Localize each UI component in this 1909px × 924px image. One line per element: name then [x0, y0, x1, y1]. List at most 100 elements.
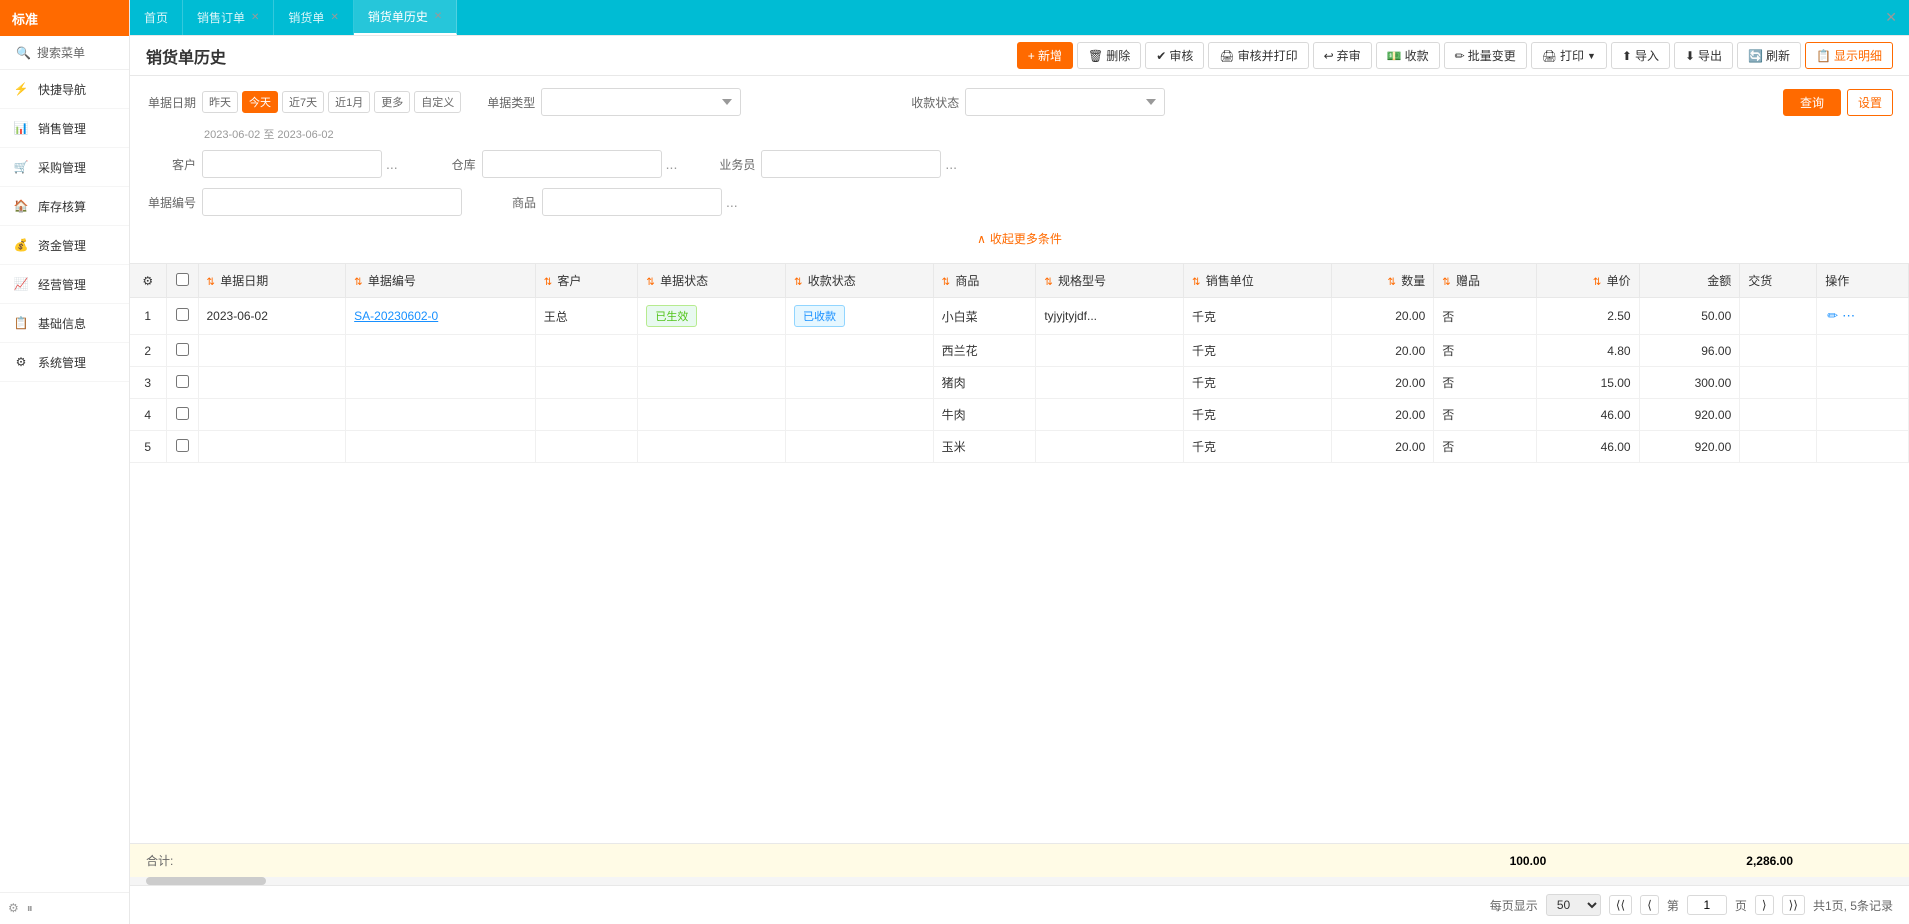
new-button[interactable]: + 新增 [1017, 42, 1073, 69]
col-doc-no-header[interactable]: ⇅ 单据编号 [346, 264, 536, 298]
tab-sales-order[interactable]: 销售订单 ✕ [183, 0, 274, 35]
cell-doc-no[interactable]: SA-20230602-0 [346, 298, 536, 335]
cell-doc-no[interactable] [346, 335, 536, 367]
first-page-btn[interactable]: ⟨⟨ [1609, 895, 1632, 915]
tab-sales-goods-close[interactable]: ✕ [330, 13, 338, 23]
date-label: 单据日期 [146, 94, 196, 111]
cell-doc-no[interactable] [346, 431, 536, 463]
select-all-checkbox[interactable] [176, 273, 189, 286]
row-checkbox[interactable] [176, 439, 189, 452]
edit-action[interactable]: ✏ [1827, 308, 1838, 323]
audit-button[interactable]: ✔ 审核 [1145, 42, 1204, 69]
tab-sales-history[interactable]: 销货单历史 ✕ [354, 0, 457, 35]
doc-no-input[interactable] [202, 188, 462, 216]
per-page-select[interactable]: 50 100 [1546, 894, 1601, 916]
row-checkbox[interactable] [176, 375, 189, 388]
warehouse-input[interactable] [482, 150, 662, 178]
sidebar-item-quick-nav[interactable]: ⚡ 快捷导航 [0, 70, 129, 109]
export-button[interactable]: ⬇ 导出 [1674, 42, 1733, 69]
close-all-tabs[interactable]: ✕ [1873, 9, 1909, 26]
sidebar-item-purchase-mgmt[interactable]: 🛒 采购管理 [0, 148, 129, 187]
delete-button[interactable]: 🗑 删除 [1077, 42, 1141, 69]
tab-sales-goods[interactable]: 销货单 ✕ [274, 0, 353, 35]
tab-home[interactable]: 首页 [130, 0, 183, 35]
scrollbar-area[interactable] [130, 877, 1909, 885]
import-button[interactable]: ⬆ 导入 [1611, 42, 1670, 69]
col-checkbox-header[interactable] [166, 264, 198, 298]
customer-picker-btn[interactable]: ... [382, 156, 402, 172]
page-number-input[interactable] [1687, 895, 1727, 915]
date-btn-yesterday[interactable]: 昨天 [202, 91, 238, 113]
col-unit-price-header[interactable]: ⇅ 单价 [1536, 264, 1639, 298]
collect-button[interactable]: 💵 收款 [1376, 42, 1440, 69]
salesperson-picker-btn[interactable]: ... [941, 156, 961, 172]
display-detail-button[interactable]: 📋 显示明细 [1805, 42, 1893, 69]
row-checkbox[interactable] [176, 407, 189, 420]
abandon-button[interactable]: ↩ 弃审 [1313, 42, 1372, 69]
date-btn-1month[interactable]: 近1月 [328, 91, 370, 113]
date-btn-7days[interactable]: 近7天 [282, 91, 324, 113]
cell-doc-no[interactable] [346, 399, 536, 431]
settings-button[interactable]: 设置 [1847, 89, 1893, 116]
sidebar-item-operations[interactable]: 📈 经营管理 [0, 265, 129, 304]
col-spec-type-header[interactable]: ⇅ 规格型号 [1036, 264, 1184, 298]
sidebar-item-inventory[interactable]: 🏠 库存核算 [0, 187, 129, 226]
cell-checkbox[interactable] [166, 367, 198, 399]
doc-no-link[interactable]: SA-20230602-0 [354, 309, 438, 323]
cell-checkbox[interactable] [166, 399, 198, 431]
cell-amount: 920.00 [1639, 431, 1740, 463]
warehouse-picker-btn[interactable]: ... [662, 156, 682, 172]
cell-checkbox[interactable] [166, 431, 198, 463]
goods-picker-btn[interactable]: ... [722, 194, 742, 210]
cell-qty: 20.00 [1331, 367, 1434, 399]
next-page-btn[interactable]: ⟩ [1755, 895, 1774, 915]
col-qty-header[interactable]: ⇅ 数量 [1331, 264, 1434, 298]
date-btn-today[interactable]: 今天 [242, 91, 278, 113]
collect-status-select[interactable] [965, 88, 1165, 116]
col-doc-status-header[interactable]: ⇅ 单据状态 [638, 264, 786, 298]
row-checkbox[interactable] [176, 308, 189, 321]
sort-icon: ⇅ [1388, 277, 1396, 288]
prev-page-btn[interactable]: ⟨ [1640, 895, 1659, 915]
date-btn-custom[interactable]: 自定义 [414, 91, 461, 113]
audit-print-button[interactable]: 🖨 审核并打印 [1208, 42, 1308, 69]
table-settings-icon[interactable]: ⚙ [142, 274, 153, 288]
date-btn-more[interactable]: 更多 [374, 91, 410, 113]
sidebar-item-finance[interactable]: 💰 资金管理 [0, 226, 129, 265]
print-button[interactable]: 🖨 打印 ▼ [1531, 42, 1607, 69]
salesperson-input[interactable] [761, 150, 941, 178]
cell-spec-type [1036, 431, 1184, 463]
col-gift-header[interactable]: ⇅ 赠品 [1434, 264, 1537, 298]
sidebar-search[interactable]: 🔍 搜索菜单 [0, 36, 129, 70]
tab-sales-history-close[interactable]: ✕ [434, 12, 442, 22]
sidebar-item-basic-info[interactable]: 📋 基础信息 [0, 304, 129, 343]
col-settings-header[interactable]: ⚙ [130, 264, 166, 298]
batch-change-button[interactable]: ✏ 批量变更 [1444, 42, 1527, 69]
sidebar-item-sales-mgmt[interactable]: 📊 销售管理 [0, 109, 129, 148]
doc-type-select[interactable] [541, 88, 741, 116]
cell-checkbox[interactable] [166, 335, 198, 367]
collect-icon: 💵 [1387, 49, 1402, 63]
row-checkbox[interactable] [176, 343, 189, 356]
col-sales-unit-header[interactable]: ⇅ 销售单位 [1183, 264, 1331, 298]
sidebar-settings-icon[interactable]: ⚙ [8, 901, 19, 916]
last-page-btn[interactable]: ⟩⟩ [1782, 895, 1805, 915]
tab-sales-order-close[interactable]: ✕ [251, 13, 259, 23]
cell-checkbox[interactable] [166, 298, 198, 335]
scrollbar-thumb[interactable] [146, 877, 266, 885]
col-transaction-header: 交货 [1740, 264, 1817, 298]
col-doc-date-header[interactable]: ⇅ 单据日期 [198, 264, 346, 298]
customer-input[interactable] [202, 150, 382, 178]
col-customer-header[interactable]: ⇅ 客户 [535, 264, 638, 298]
refresh-button[interactable]: 🔄 刷新 [1737, 42, 1801, 69]
col-collect-status-header[interactable]: ⇅ 收款状态 [786, 264, 934, 298]
col-goods-header[interactable]: ⇅ 商品 [933, 264, 1036, 298]
cell-doc-status [638, 367, 786, 399]
goods-input[interactable] [542, 188, 722, 216]
sidebar-collapse-icon[interactable]: ⏸ [27, 901, 33, 916]
cell-doc-no[interactable] [346, 367, 536, 399]
collapse-filter-btn[interactable]: ∧ 收起更多条件 [146, 226, 1893, 251]
query-button[interactable]: 查询 [1783, 89, 1841, 116]
more-action[interactable]: ⋯ [1842, 308, 1855, 323]
sidebar-item-system-mgmt[interactable]: ⚙ 系统管理 [0, 343, 129, 382]
